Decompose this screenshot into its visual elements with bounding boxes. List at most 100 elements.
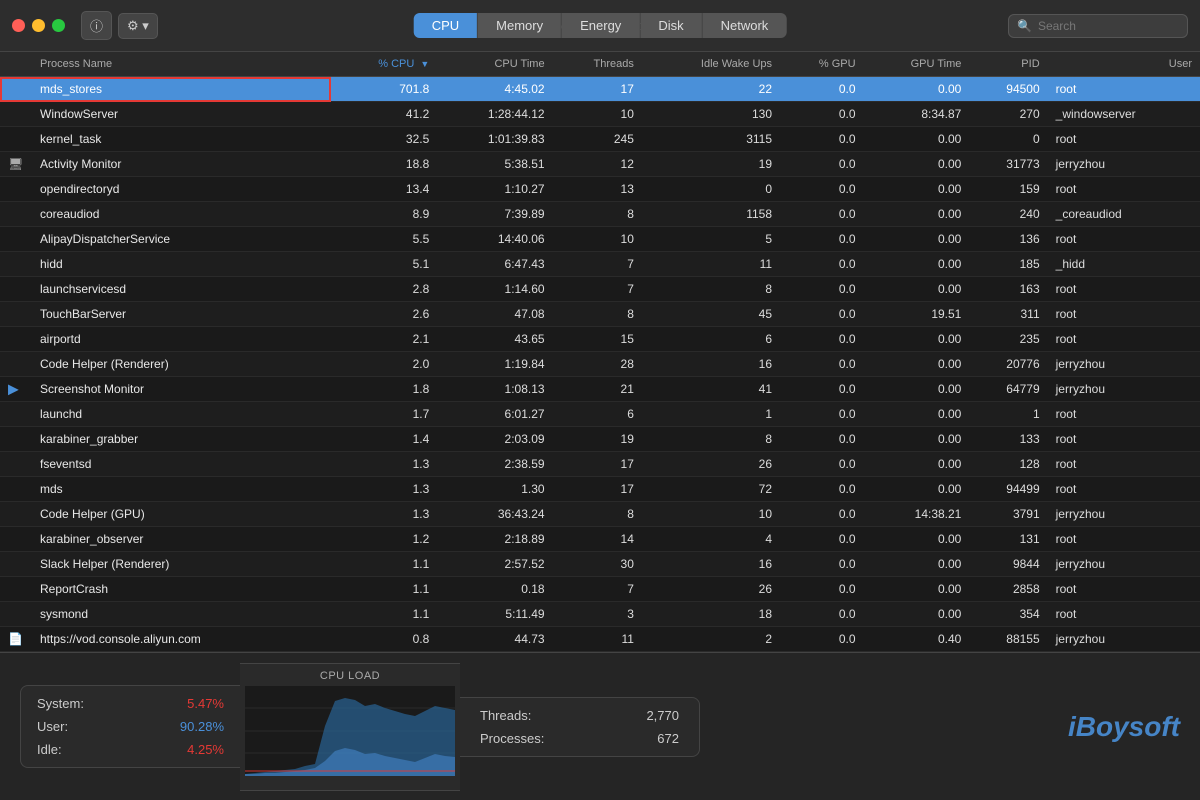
- search-input[interactable]: [1038, 19, 1178, 33]
- process-name-cell: launchservicesd: [0, 277, 331, 302]
- user-cell: jerryzhou: [1048, 352, 1200, 377]
- close-button[interactable]: [12, 19, 25, 32]
- process-name-text: sysmond: [40, 607, 88, 621]
- table-row[interactable]: fseventsd1.32:38.5917260.00.00128root: [0, 452, 1200, 477]
- table-row[interactable]: Code Helper (Renderer)2.01:19.8428160.00…: [0, 352, 1200, 377]
- gpu-time-cell: 0.00: [864, 127, 970, 152]
- maximize-button[interactable]: [52, 19, 65, 32]
- gear-button[interactable]: ⚙ ▾: [118, 13, 158, 39]
- user-cell: root: [1048, 227, 1200, 252]
- process-name-text: AlipayDispatcherService: [40, 232, 170, 246]
- table-row[interactable]: hidd5.16:47.437110.00.00185_hidd: [0, 252, 1200, 277]
- process-name-cell: 📄https://vod.console.aliyun.com: [0, 627, 331, 652]
- table-row[interactable]: AlipayDispatcherService5.514:40.061050.0…: [0, 227, 1200, 252]
- col-process-name[interactable]: Process Name: [0, 52, 331, 77]
- cpu-time-cell: 6:47.43: [437, 252, 552, 277]
- pid-cell: 136: [969, 227, 1047, 252]
- user-cell: root: [1048, 327, 1200, 352]
- cpu-time-cell: 44.73: [437, 627, 552, 652]
- idle-wake-cell: 6: [642, 327, 780, 352]
- user-cell: _coreaudiod: [1048, 202, 1200, 227]
- table-row[interactable]: kernel_task32.51:01:39.8324531150.00.000…: [0, 127, 1200, 152]
- table-row[interactable]: sysmond1.15:11.493180.00.00354root: [0, 602, 1200, 627]
- monitor-icon: 🖥: [8, 157, 23, 171]
- user-cell: jerryzhou: [1048, 552, 1200, 577]
- gpu-pct-cell: 0.0: [780, 127, 864, 152]
- cpu-graph-panel: CPU LOAD: [240, 663, 460, 791]
- cpu-pct-cell: 1.1: [331, 602, 437, 627]
- table-row[interactable]: airportd2.143.651560.00.00235root: [0, 327, 1200, 352]
- tab-energy[interactable]: Energy: [562, 13, 640, 38]
- user-cell: root: [1048, 302, 1200, 327]
- user-cell: root: [1048, 477, 1200, 502]
- table-row[interactable]: karabiner_grabber1.42:03.091980.00.00133…: [0, 427, 1200, 452]
- process-name-text: coreaudiod: [40, 207, 99, 221]
- col-user[interactable]: User: [1048, 52, 1200, 77]
- table-row[interactable]: launchd1.76:01.27610.00.001root: [0, 402, 1200, 427]
- gpu-time-cell: 8:34.87: [864, 102, 970, 127]
- table-row[interactable]: Slack Helper (Renderer)1.12:57.5230160.0…: [0, 552, 1200, 577]
- cpu-pct-cell: 1.4: [331, 427, 437, 452]
- process-name-text: Screenshot Monitor: [40, 382, 144, 396]
- pid-cell: 3791: [969, 502, 1047, 527]
- col-idle-wake-ups[interactable]: Idle Wake Ups: [642, 52, 780, 77]
- user-label: User:: [37, 719, 68, 734]
- pid-cell: 311: [969, 302, 1047, 327]
- tab-memory[interactable]: Memory: [478, 13, 562, 38]
- table-row[interactable]: coreaudiod8.97:39.89811580.00.00240_core…: [0, 202, 1200, 227]
- process-name-text: mds_stores: [40, 82, 102, 96]
- search-box[interactable]: 🔍: [1008, 14, 1188, 38]
- cpu-time-cell: 47.08: [437, 302, 552, 327]
- cpu-time-cell: 1:14.60: [437, 277, 552, 302]
- tab-network[interactable]: Network: [703, 13, 787, 38]
- info-button[interactable]: ⓘ: [81, 11, 112, 40]
- tab-cpu[interactable]: CPU: [414, 13, 478, 38]
- col-pid[interactable]: PID: [969, 52, 1047, 77]
- pid-cell: 185: [969, 252, 1047, 277]
- table-row[interactable]: 📄https://vod.console.aliyun.com0.844.731…: [0, 627, 1200, 652]
- table-row[interactable]: 🖥Activity Monitor18.85:38.5112190.00.003…: [0, 152, 1200, 177]
- gpu-time-cell: 0.00: [864, 577, 970, 602]
- process-name-cell: distnoted: [0, 652, 331, 653]
- idle-wake-cell: 41: [642, 377, 780, 402]
- idle-wake-cell: 8: [642, 277, 780, 302]
- process-name-cell: kernel_task: [0, 127, 331, 152]
- pid-cell: 88155: [969, 627, 1047, 652]
- process-name-text: https://vod.console.aliyun.com: [40, 632, 201, 646]
- process-name-cell: Slack Helper (Renderer): [0, 552, 331, 577]
- table-row[interactable]: WindowServer41.21:28:44.12101300.08:34.8…: [0, 102, 1200, 127]
- col-gpu-pct[interactable]: % GPU: [780, 52, 864, 77]
- tab-disk[interactable]: Disk: [640, 13, 702, 38]
- cpu-time-cell: 36:43.24: [437, 502, 552, 527]
- user-cell: jerryzhou: [1048, 377, 1200, 402]
- process-name-cell: ▶Screenshot Monitor: [0, 377, 331, 402]
- idle-wake-cell: 26: [642, 577, 780, 602]
- cpu-time-cell: 7:39.89: [437, 202, 552, 227]
- idle-wake-cell: 45: [642, 302, 780, 327]
- table-row[interactable]: ▶Screenshot Monitor1.81:08.1321410.00.00…: [0, 377, 1200, 402]
- gpu-time-cell: 0.00: [864, 552, 970, 577]
- table-row[interactable]: opendirectoryd13.41:10.271300.00.00159ro…: [0, 177, 1200, 202]
- table-row[interactable]: mds1.31.3017720.00.0094499root: [0, 477, 1200, 502]
- gpu-time-cell: 0.00: [864, 377, 970, 402]
- user-cell: jerryzhou: [1048, 152, 1200, 177]
- user-cell: root: [1048, 452, 1200, 477]
- table-row[interactable]: ReportCrash1.10.187260.00.002858root: [0, 577, 1200, 602]
- minimize-button[interactable]: [32, 19, 45, 32]
- threads-cell: 10: [553, 102, 642, 127]
- table-row[interactable]: Code Helper (GPU)1.336:43.248100.014:38.…: [0, 502, 1200, 527]
- idle-wake-cell: 16: [642, 552, 780, 577]
- table-row[interactable]: mds_stores701.84:45.0217220.00.0094500ro…: [0, 77, 1200, 102]
- col-gpu-time[interactable]: GPU Time: [864, 52, 970, 77]
- table-row[interactable]: TouchBarServer2.647.088450.019.51311root: [0, 302, 1200, 327]
- col-threads[interactable]: Threads: [553, 52, 642, 77]
- system-stat-row: System: 5.47%: [37, 696, 224, 711]
- table-row[interactable]: karabiner_observer1.22:18.891440.00.0013…: [0, 527, 1200, 552]
- col-cpu-pct[interactable]: % CPU ▼: [331, 52, 437, 77]
- pid-cell: 94499: [969, 477, 1047, 502]
- gpu-time-cell: 0.00: [864, 277, 970, 302]
- process-name-cell: launchd: [0, 402, 331, 427]
- table-row[interactable]: launchservicesd2.81:14.60780.00.00163roo…: [0, 277, 1200, 302]
- gpu-time-cell: 0.00: [864, 327, 970, 352]
- col-cpu-time[interactable]: CPU Time: [437, 52, 552, 77]
